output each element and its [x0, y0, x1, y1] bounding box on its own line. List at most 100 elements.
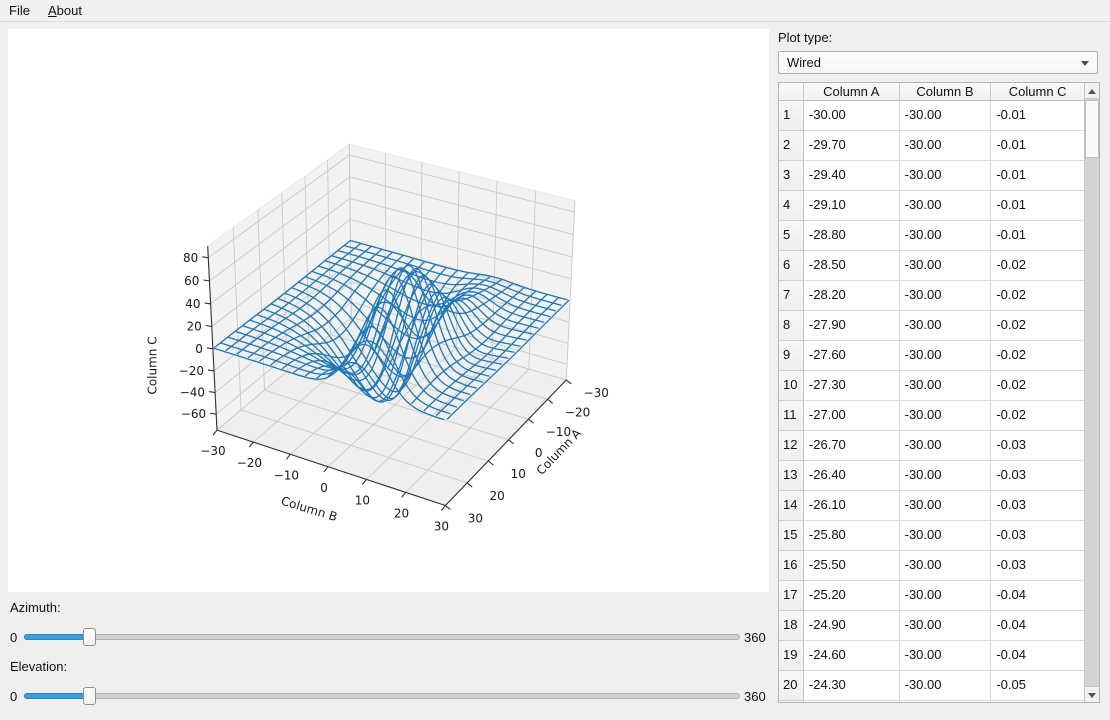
row-number[interactable]: 2 — [779, 131, 804, 161]
table-cell[interactable]: -30.00 — [900, 131, 992, 161]
table-cell[interactable]: -27.30 — [804, 371, 900, 401]
row-number[interactable]: 1 — [779, 101, 804, 131]
elevation-slider-handle[interactable] — [83, 687, 96, 705]
scrollbar-down-button[interactable] — [1085, 686, 1099, 702]
row-number[interactable]: 18 — [779, 611, 804, 641]
row-number[interactable]: 15 — [779, 521, 804, 551]
table-cell[interactable]: -0.02 — [991, 251, 1085, 281]
table-cell[interactable]: -28.80 — [804, 221, 900, 251]
table-cell[interactable]: -29.70 — [804, 131, 900, 161]
table-cell[interactable]: -30.00 — [900, 491, 992, 521]
table-cell[interactable]: -24.90 — [804, 611, 900, 641]
table-cell[interactable]: -30.00 — [900, 311, 992, 341]
table-cell[interactable]: -0.02 — [991, 311, 1085, 341]
table-cell[interactable]: -26.40 — [804, 461, 900, 491]
row-number[interactable]: 13 — [779, 461, 804, 491]
table-corner-cell[interactable] — [779, 83, 804, 100]
table-cell[interactable]: -0.03 — [991, 461, 1085, 491]
table-cell[interactable]: -0.01 — [991, 161, 1085, 191]
menu-item-about[interactable]: About — [39, 0, 91, 21]
row-number[interactable]: 5 — [779, 221, 804, 251]
table-cell[interactable]: -26.70 — [804, 431, 900, 461]
azimuth-slider-handle[interactable] — [83, 628, 96, 646]
elevation-slider-groove[interactable] — [24, 693, 740, 699]
table-cell[interactable]: -0.01 — [991, 101, 1085, 131]
plot-type-combobox[interactable]: Wired — [778, 51, 1098, 74]
table-cell[interactable]: -24.30 — [804, 671, 900, 701]
table-cell[interactable]: -25.20 — [804, 581, 900, 611]
table-header-column-b[interactable]: Column B — [900, 83, 992, 100]
row-number[interactable]: 14 — [779, 491, 804, 521]
azimuth-slider[interactable]: 0 360 — [0, 626, 775, 650]
row-number[interactable]: 10 — [779, 371, 804, 401]
row-number[interactable]: 3 — [779, 161, 804, 191]
row-number[interactable]: 6 — [779, 251, 804, 281]
table-cell[interactable]: -30.00 — [900, 101, 992, 131]
table-cell[interactable]: -27.00 — [804, 401, 900, 431]
table-cell[interactable]: -0.02 — [991, 281, 1085, 311]
table-cell[interactable] — [900, 701, 992, 703]
row-number[interactable]: 17 — [779, 581, 804, 611]
table-cell[interactable]: -25.50 — [804, 551, 900, 581]
table-cell[interactable]: -30.00 — [900, 521, 992, 551]
table-cell[interactable]: -0.02 — [991, 341, 1085, 371]
azimuth-slider-groove[interactable] — [24, 634, 740, 640]
scrollbar-up-button[interactable] — [1085, 83, 1099, 99]
table-cell[interactable]: -0.03 — [991, 551, 1085, 581]
row-number[interactable]: 11 — [779, 401, 804, 431]
table-cell[interactable]: -0.01 — [991, 191, 1085, 221]
table-cell[interactable] — [991, 701, 1085, 703]
table-cell[interactable]: -29.10 — [804, 191, 900, 221]
table-cell[interactable]: -30.00 — [900, 641, 992, 671]
table-cell[interactable]: -24.60 — [804, 641, 900, 671]
table-cell[interactable]: -30.00 — [900, 611, 992, 641]
table-cell[interactable]: -30.00 — [900, 461, 992, 491]
table-cell[interactable]: -30.00 — [900, 161, 992, 191]
table-cell[interactable]: -30.00 — [900, 191, 992, 221]
table-cell[interactable]: -30.00 — [900, 671, 992, 701]
table-cell[interactable]: -0.01 — [991, 131, 1085, 161]
table-scrollbar[interactable] — [1084, 83, 1099, 702]
row-number[interactable]: 12 — [779, 431, 804, 461]
row-number[interactable]: 19 — [779, 641, 804, 671]
table-cell[interactable]: -0.03 — [991, 521, 1085, 551]
row-number[interactable]: 8 — [779, 311, 804, 341]
table-cell[interactable]: -25.80 — [804, 521, 900, 551]
table-cell[interactable] — [804, 701, 900, 703]
table-cell[interactable]: -0.03 — [991, 431, 1085, 461]
row-number[interactable]: 20 — [779, 671, 804, 701]
table-cell[interactable]: -28.20 — [804, 281, 900, 311]
table-cell[interactable]: -30.00 — [900, 551, 992, 581]
table-cell[interactable]: -30.00 — [900, 371, 992, 401]
row-number[interactable]: 4 — [779, 191, 804, 221]
table-cell[interactable]: -0.02 — [991, 401, 1085, 431]
table-header-column-a[interactable]: Column A — [804, 83, 900, 100]
table-cell[interactable]: -27.60 — [804, 341, 900, 371]
table-header-column-c[interactable]: Column C — [991, 83, 1085, 100]
table-cell[interactable]: -0.04 — [991, 641, 1085, 671]
table-cell[interactable]: -0.05 — [991, 671, 1085, 701]
table-cell[interactable]: -0.04 — [991, 581, 1085, 611]
table-cell[interactable]: -0.02 — [991, 371, 1085, 401]
table-cell[interactable]: -27.90 — [804, 311, 900, 341]
row-number[interactable]: 9 — [779, 341, 804, 371]
table-cell[interactable]: -30.00 — [900, 281, 992, 311]
table-cell[interactable]: -0.04 — [991, 611, 1085, 641]
table-cell[interactable]: -30.00 — [900, 341, 992, 371]
table-cell[interactable]: -28.50 — [804, 251, 900, 281]
table-cell[interactable]: -0.03 — [991, 491, 1085, 521]
table-cell[interactable]: -0.01 — [991, 221, 1085, 251]
table-cell[interactable]: -30.00 — [804, 101, 900, 131]
table-cell[interactable]: -29.40 — [804, 161, 900, 191]
table-cell[interactable]: -30.00 — [900, 251, 992, 281]
table-cell[interactable]: -30.00 — [900, 401, 992, 431]
elevation-slider[interactable]: 0 360 — [0, 685, 775, 709]
table-cell[interactable]: -30.00 — [900, 221, 992, 251]
row-number[interactable] — [779, 701, 804, 703]
row-number[interactable]: 16 — [779, 551, 804, 581]
scrollbar-thumb[interactable] — [1085, 100, 1099, 158]
table-cell[interactable]: -30.00 — [900, 431, 992, 461]
row-number[interactable]: 7 — [779, 281, 804, 311]
menu-item-file[interactable]: File — [0, 0, 39, 21]
table-cell[interactable]: -26.10 — [804, 491, 900, 521]
